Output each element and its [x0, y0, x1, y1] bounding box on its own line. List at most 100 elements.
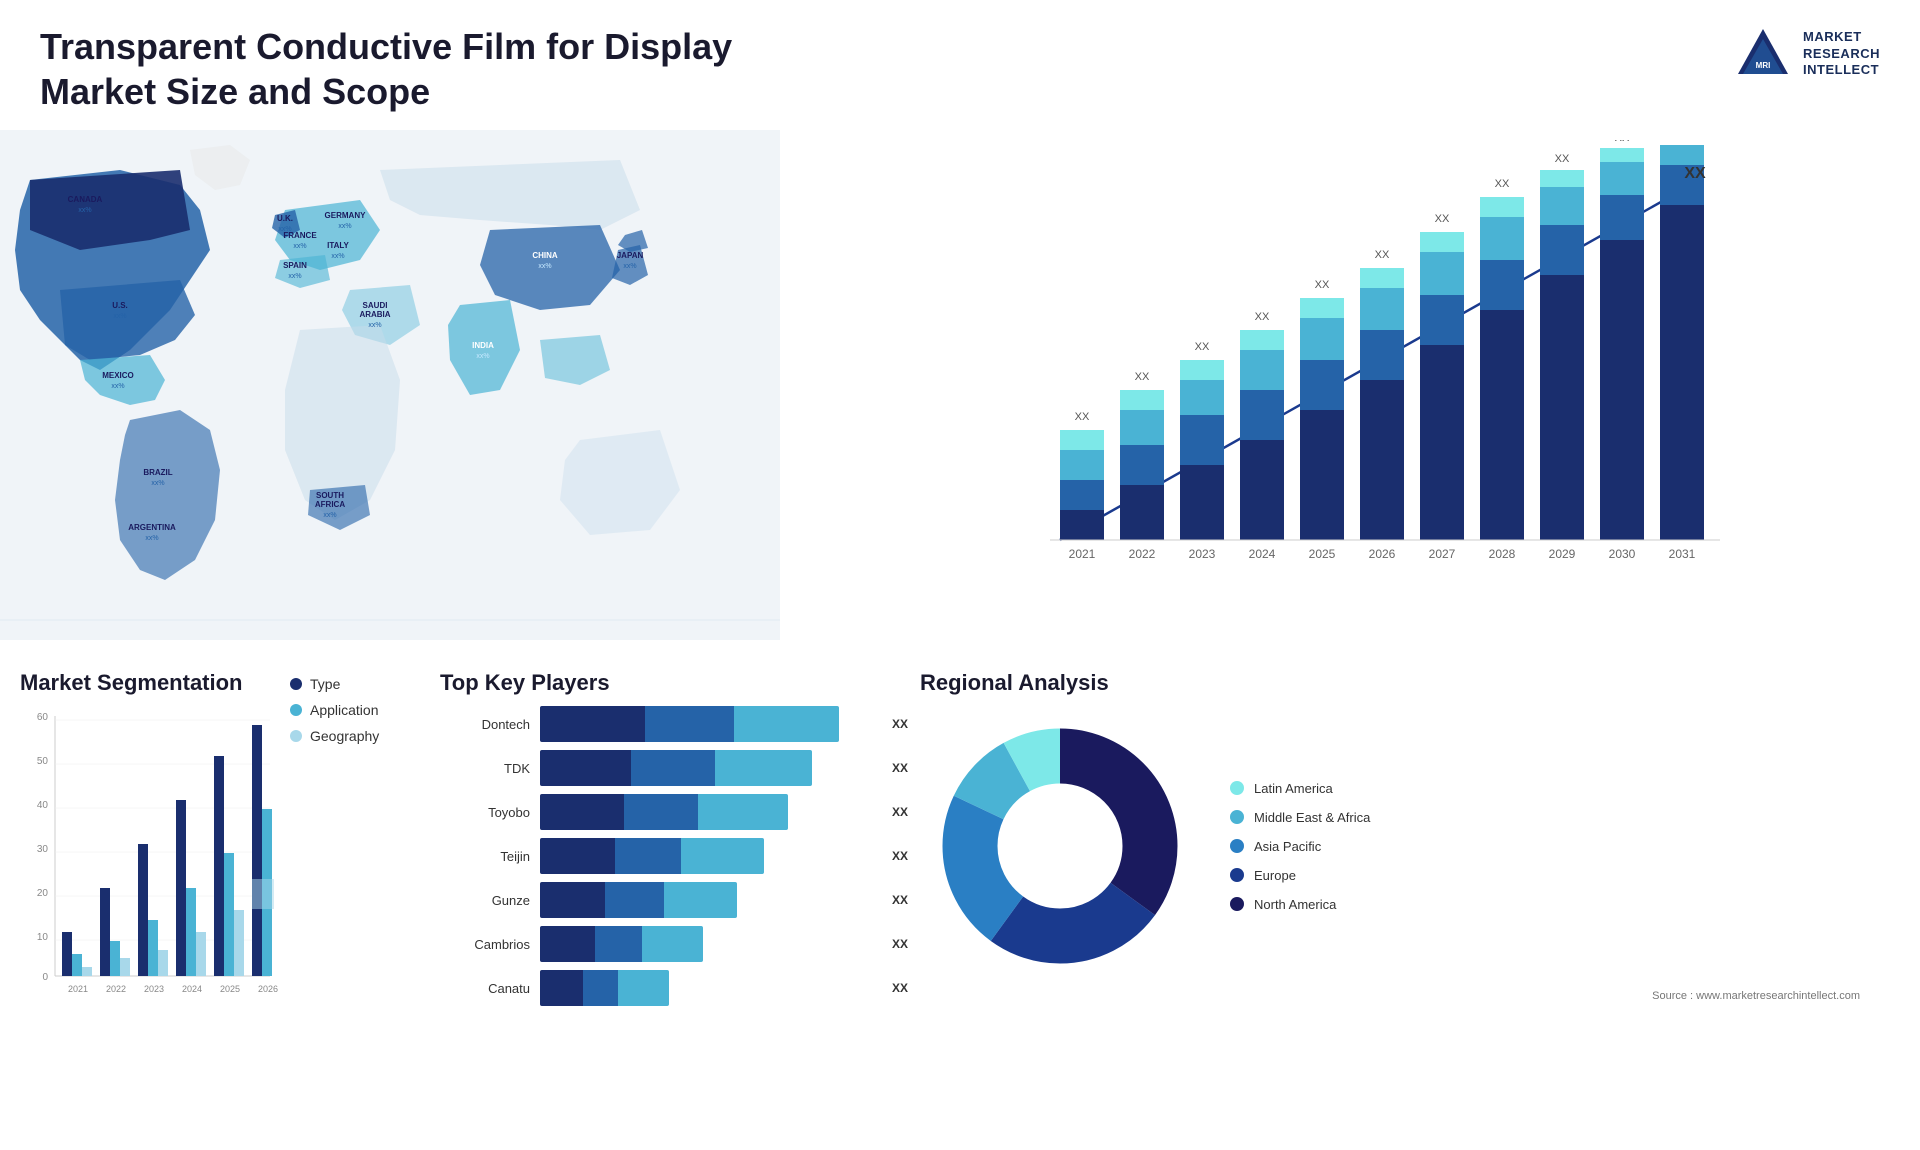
svg-text:INDIA: INDIA	[472, 341, 494, 350]
svg-text:U.S.: U.S.	[112, 301, 128, 310]
svg-text:10: 10	[37, 932, 49, 943]
players-list: Dontech XX TDK	[440, 706, 880, 1006]
top-row: CANADA xx% U.S. xx% MEXICO xx% BRAZIL xx…	[0, 130, 1920, 650]
player-bar-wrapper: XX	[540, 970, 880, 1006]
svg-text:2022: 2022	[106, 984, 126, 994]
player-row-cambrios: Cambrios XX	[440, 926, 880, 962]
svg-text:SPAIN: SPAIN	[283, 261, 307, 270]
page-title: Transparent Conductive Film for Display …	[40, 24, 740, 114]
svg-text:XX: XX	[1135, 371, 1150, 383]
player-bar-wrapper: XX	[540, 926, 880, 962]
player-bar-wrapper: XX	[540, 750, 880, 786]
svg-text:JAPAN: JAPAN	[617, 251, 644, 260]
player-bar-wrapper: XX	[540, 706, 880, 742]
svg-text:ARABIA: ARABIA	[359, 310, 390, 319]
player-name: Canatu	[440, 981, 530, 996]
svg-text:ITALY: ITALY	[327, 241, 349, 250]
svg-text:XX: XX	[1684, 165, 1706, 182]
svg-text:2023: 2023	[144, 984, 164, 994]
svg-text:CANADA: CANADA	[68, 195, 103, 204]
segmentation-section: Market Segmentation 60 50 40 30 20 10 0	[0, 660, 420, 1150]
svg-text:xx%: xx%	[288, 273, 301, 280]
player-bar-wrapper: XX	[540, 838, 880, 874]
svg-text:20: 20	[37, 888, 49, 899]
svg-text:2024: 2024	[182, 984, 202, 994]
player-bar-wrapper: XX	[540, 794, 880, 830]
source-text: Source : www.marketresearchintellect.com	[920, 990, 1900, 1002]
svg-text:30: 30	[37, 844, 49, 855]
legend-asia-pacific: Asia Pacific	[1230, 839, 1370, 854]
bar-chart-section: XX XX XX XX	[800, 130, 1920, 650]
svg-text:XX: XX	[1375, 249, 1390, 261]
svg-text:SOUTH: SOUTH	[316, 491, 344, 500]
svg-text:2028: 2028	[1489, 547, 1516, 561]
segmentation-chart-svg: 60 50 40 30 20 10 0 2021	[20, 706, 280, 1026]
legend-north-america: North America	[1230, 897, 1370, 912]
legend-europe: Europe	[1230, 868, 1370, 883]
player-name: Dontech	[440, 717, 530, 732]
world-map: CANADA xx% U.S. xx% MEXICO xx% BRAZIL xx…	[0, 130, 780, 650]
svg-text:2021: 2021	[1069, 547, 1096, 561]
player-name: TDK	[440, 761, 530, 776]
svg-text:2030: 2030	[1609, 547, 1636, 561]
svg-text:xx%: xx%	[151, 480, 164, 487]
map-svg: CANADA xx% U.S. xx% MEXICO xx% BRAZIL xx…	[0, 130, 780, 640]
logo-text: MARKET RESEARCH INTELLECT	[1803, 29, 1880, 80]
svg-text:60: 60	[37, 712, 49, 723]
svg-text:MEXICO: MEXICO	[102, 371, 134, 380]
svg-text:2029: 2029	[1549, 547, 1576, 561]
svg-text:ARGENTINA: ARGENTINA	[128, 523, 176, 532]
svg-text:xx%: xx%	[623, 263, 636, 270]
legend-middle-east: Middle East & Africa	[1230, 810, 1370, 825]
players-section: Top Key Players Dontech XX TDK	[420, 660, 900, 1150]
svg-text:GERMANY: GERMANY	[325, 211, 367, 220]
svg-text:FRANCE: FRANCE	[283, 231, 317, 240]
svg-text:2026: 2026	[258, 984, 278, 994]
player-row-toyobo: Toyobo XX	[440, 794, 880, 830]
svg-text:50: 50	[37, 756, 49, 767]
svg-text:SAUDI: SAUDI	[363, 301, 388, 310]
legend-latin-america: Latin America	[1230, 781, 1370, 796]
svg-text:2025: 2025	[220, 984, 240, 994]
player-row-canatu: Canatu XX	[440, 970, 880, 1006]
svg-text:xx%: xx%	[538, 263, 551, 270]
player-row-tdk: TDK XX	[440, 750, 880, 786]
player-bar-wrapper: XX	[540, 882, 880, 918]
logo-area: MRI MARKET RESEARCH INTELLECT	[1733, 24, 1880, 84]
svg-text:U.K.: U.K.	[277, 214, 293, 223]
player-name: Toyobo	[440, 805, 530, 820]
legend-application: Application	[290, 702, 379, 718]
svg-text:2023: 2023	[1189, 547, 1216, 561]
svg-text:XX: XX	[1435, 213, 1450, 225]
svg-text:xx%: xx%	[113, 313, 126, 320]
svg-text:XX: XX	[1615, 140, 1630, 144]
regional-section: Regional Analysis	[900, 660, 1920, 1150]
seg-legend: Type Application Geography	[290, 676, 379, 744]
svg-text:xx%: xx%	[338, 223, 351, 230]
svg-text:2024: 2024	[1249, 547, 1276, 561]
player-row-gunze: Gunze XX	[440, 882, 880, 918]
svg-text:xx%: xx%	[368, 322, 381, 329]
svg-text:xx%: xx%	[323, 512, 336, 519]
svg-text:0: 0	[42, 972, 48, 983]
svg-text:2027: 2027	[1429, 547, 1456, 561]
svg-text:AFRICA: AFRICA	[315, 500, 345, 509]
svg-text:BRAZIL: BRAZIL	[143, 468, 172, 477]
svg-text:xx%: xx%	[331, 253, 344, 260]
header: Transparent Conductive Film for Display …	[0, 0, 1920, 130]
svg-text:MRI: MRI	[1756, 61, 1771, 70]
svg-text:CHINA: CHINA	[532, 251, 558, 260]
svg-text:XX: XX	[1315, 279, 1330, 291]
svg-text:xx%: xx%	[78, 207, 91, 214]
map-section: CANADA xx% U.S. xx% MEXICO xx% BRAZIL xx…	[0, 130, 780, 650]
player-name: Gunze	[440, 893, 530, 908]
player-row-teijin: Teijin XX	[440, 838, 880, 874]
regional-title: Regional Analysis	[920, 670, 1900, 696]
svg-text:xx%: xx%	[145, 535, 158, 542]
players-title: Top Key Players	[440, 670, 880, 696]
donut-chart-svg	[920, 706, 1200, 986]
regional-legend: Latin America Middle East & Africa Asia …	[1230, 781, 1370, 912]
legend-type: Type	[290, 676, 379, 692]
svg-text:xx%: xx%	[476, 353, 489, 360]
svg-text:XX: XX	[1495, 178, 1510, 190]
